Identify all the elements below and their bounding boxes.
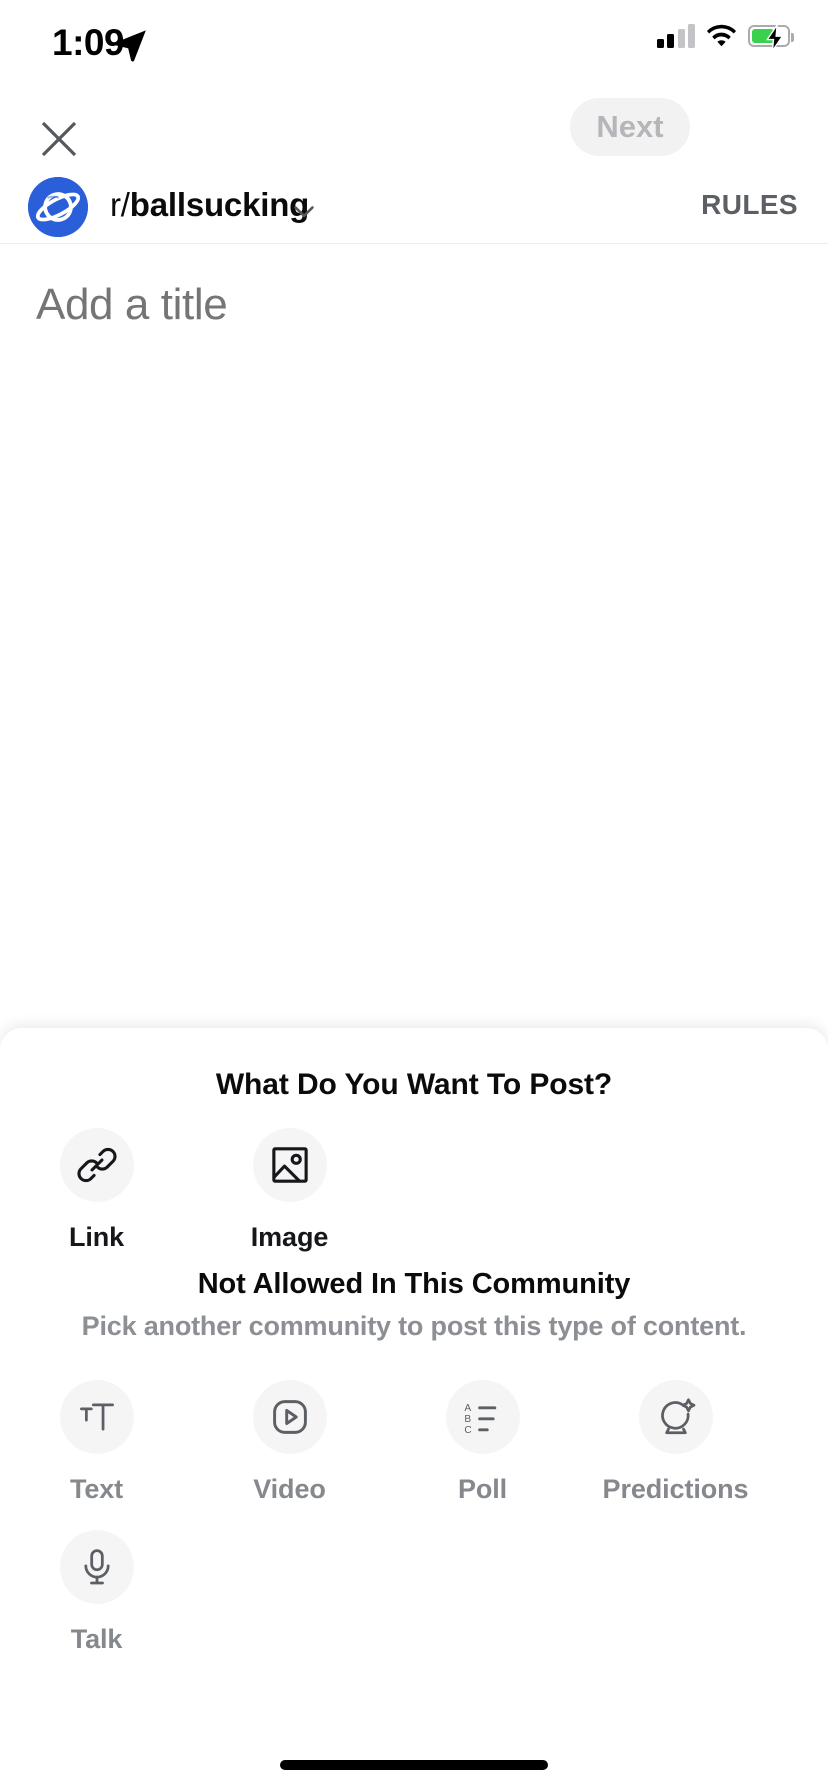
close-x-icon bbox=[41, 121, 77, 157]
community-name-text: ballsucking bbox=[129, 186, 310, 223]
blocked-post-types-row-1: Text Video A B C Poll Predictions bbox=[0, 1380, 828, 1505]
sheet-heading: What Do You Want To Post? bbox=[215, 1068, 613, 1101]
svg-text:A: A bbox=[464, 1403, 471, 1414]
video-play-icon bbox=[252, 1380, 327, 1454]
text-tt-icon bbox=[59, 1380, 134, 1454]
rules-button[interactable]: RULES bbox=[701, 189, 798, 221]
status-bar: 1:09 bbox=[0, 0, 828, 96]
community-selector-bar: r/ballsucking RULES bbox=[0, 177, 828, 244]
post-type-link[interactable]: Link bbox=[0, 1128, 193, 1253]
post-type-label: Link bbox=[68, 1222, 125, 1252]
post-type-label: Video bbox=[253, 1474, 326, 1504]
blocked-post-types-row-2: Talk bbox=[0, 1530, 828, 1655]
microphone-icon bbox=[59, 1530, 134, 1604]
post-type-sheet: What Do You Want To Post? Link Image Not… bbox=[0, 1028, 828, 1792]
svg-text:C: C bbox=[464, 1425, 471, 1436]
post-type-poll[interactable]: A B C Poll bbox=[386, 1380, 579, 1505]
post-type-text[interactable]: Text bbox=[0, 1380, 193, 1505]
next-button[interactable]: Next bbox=[570, 98, 690, 156]
svg-text:B: B bbox=[464, 1414, 471, 1425]
image-picture-icon bbox=[252, 1128, 327, 1202]
community-avatar[interactable] bbox=[28, 177, 88, 237]
post-title-input[interactable] bbox=[36, 280, 736, 330]
composer-navbar: Next bbox=[0, 96, 828, 182]
chevron-down-icon[interactable] bbox=[287, 194, 321, 228]
post-type-label: Talk bbox=[70, 1624, 123, 1654]
poll-abc-icon: A B C bbox=[445, 1380, 520, 1454]
post-type-label: Poll bbox=[457, 1474, 508, 1504]
allowed-post-types-row: Link Image bbox=[0, 1128, 828, 1253]
post-type-video[interactable]: Video bbox=[193, 1380, 386, 1505]
link-chain-icon bbox=[59, 1128, 134, 1202]
reddit-post-composer-screen: 1:09 Next r/ballsucking RULES Add a titl… bbox=[0, 0, 828, 1792]
wifi-icon bbox=[706, 24, 737, 48]
home-indicator bbox=[280, 1760, 548, 1770]
community-name[interactable]: r/ballsucking bbox=[110, 186, 309, 224]
crystal-ball-icon bbox=[638, 1380, 713, 1454]
planet-avatar-icon bbox=[28, 177, 88, 237]
post-type-label: Image bbox=[250, 1222, 329, 1252]
post-type-label: Text bbox=[69, 1474, 124, 1504]
cellular-signal-icon bbox=[656, 24, 695, 48]
not-allowed-heading: Not Allowed In This Community bbox=[197, 1268, 631, 1300]
battery-charging-icon bbox=[748, 23, 794, 53]
not-allowed-subtext: Pick another community to post this type… bbox=[81, 1311, 747, 1341]
status-bar-indicators bbox=[656, 23, 794, 53]
post-type-label: Predictions bbox=[602, 1474, 749, 1504]
location-arrow-icon bbox=[110, 25, 150, 65]
close-button[interactable] bbox=[28, 108, 90, 170]
post-type-image[interactable]: Image bbox=[193, 1128, 386, 1253]
post-type-talk[interactable]: Talk bbox=[0, 1530, 193, 1655]
post-type-predictions[interactable]: Predictions bbox=[579, 1380, 772, 1505]
community-prefix: r/ bbox=[110, 186, 130, 223]
